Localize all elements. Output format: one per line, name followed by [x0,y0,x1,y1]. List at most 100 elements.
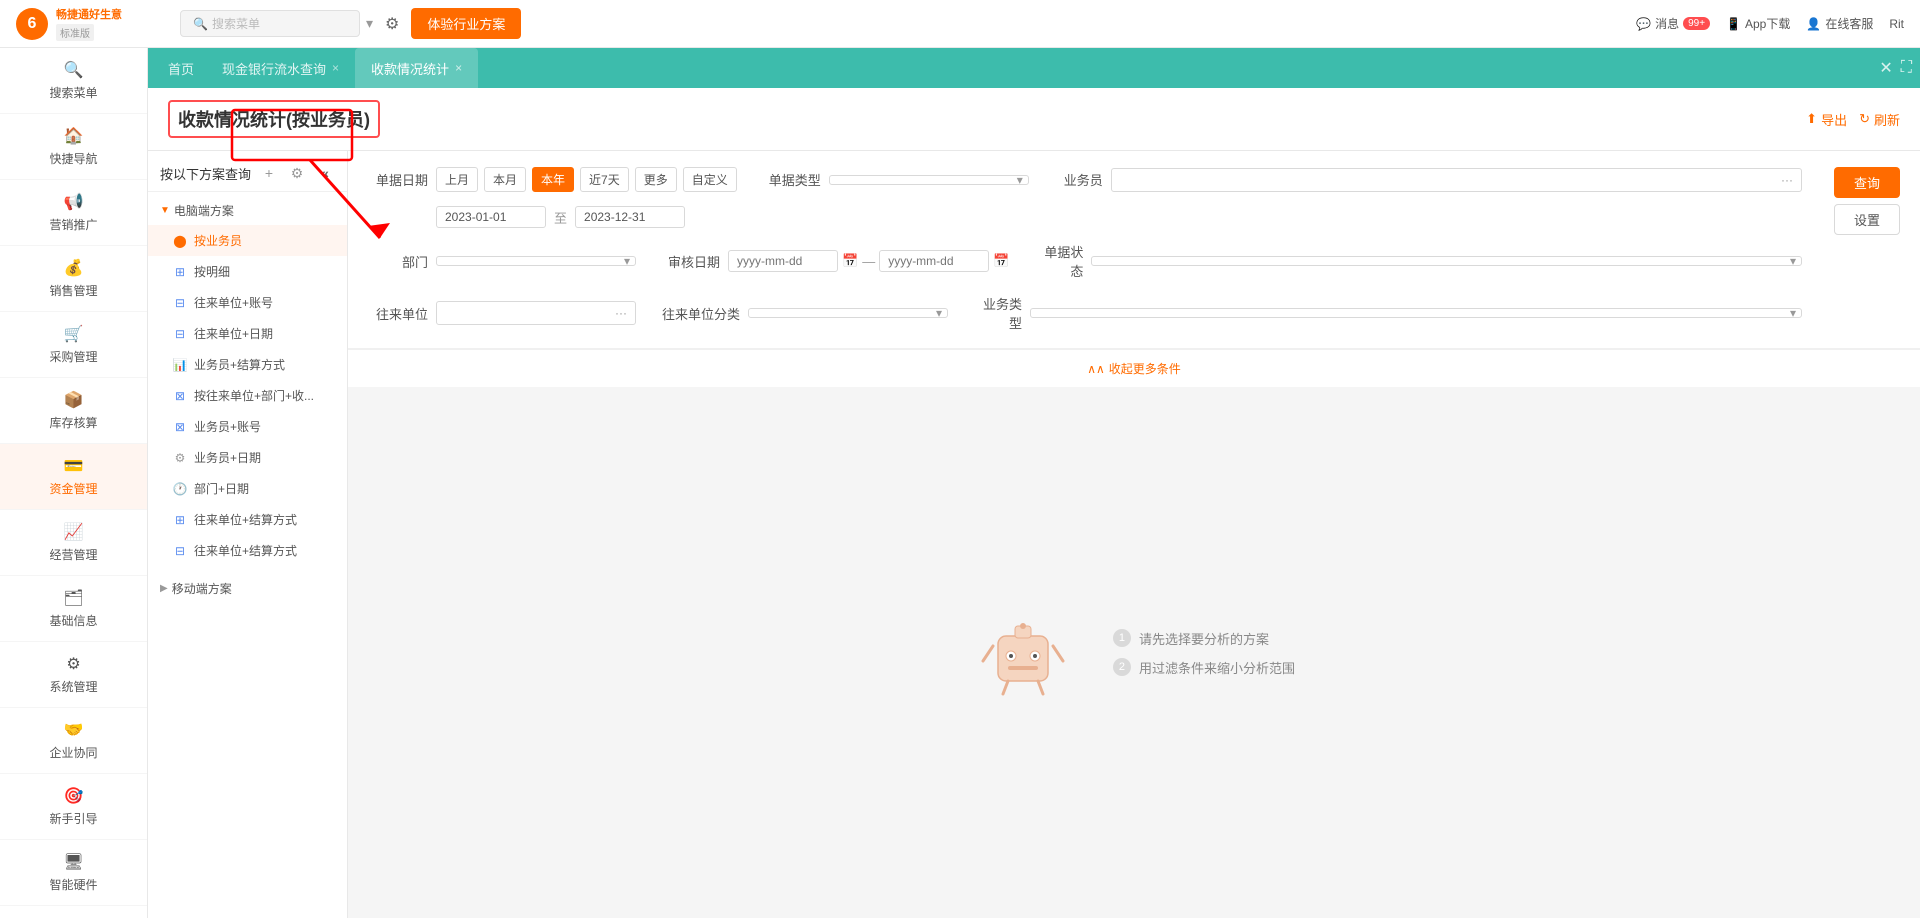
step-num-2: 2 [1113,658,1131,676]
scheme-item-icon: ⊠ [172,419,188,435]
calendar-icon1[interactable]: 📅 [842,253,858,269]
scheme-item-unit-settle2[interactable]: ⊟ 往来单位+结算方式 [148,535,347,566]
sidebar-item-label: 企业协同 [49,744,97,761]
triangle-icon: ▼ [160,205,170,216]
review-date-to-input[interactable] [879,250,989,272]
date-btn-this-year[interactable]: 本年 [532,167,574,192]
sidebar-item-label: 营销推广 [49,216,97,233]
counterparty-filter-row: 往来单位 ··· [368,301,636,325]
scheme-settings-icon[interactable]: ⚙ [287,163,307,183]
scheme-group-mobile-title[interactable]: ▶ 移动端方案 [148,574,347,603]
sidebar-item-search[interactable]: 🔍 搜索菜单 [0,48,147,114]
review-date-from-input[interactable] [728,250,838,272]
scheme-item-salesperson-date[interactable]: ⚙ 业务员+日期 [148,442,347,473]
trial-button[interactable]: 体验行业方案 [411,8,521,39]
sidebar-item-quicknav[interactable]: 🏠 快捷导航 [0,114,147,180]
sidebar-item-enterprise-wechat[interactable]: 💬 企业微信 [0,906,147,918]
scheme-item-icon: 📊 [172,357,188,373]
sidebar-item-smart-hardware[interactable]: 🖥 智能硬件 [0,840,147,906]
tab-cashflow[interactable]: 现金银行流水查询 × [206,48,355,88]
settings-button[interactable]: 设置 [1834,204,1900,235]
counterparty-input[interactable]: ··· [436,301,636,325]
date-btn-this-month[interactable]: 本月 [484,167,526,192]
tab-home[interactable]: 首页 [156,59,206,78]
settings-gear[interactable]: ⚙ [385,14,399,34]
salesperson-filter-row: 业务员 ··· [1053,168,1802,192]
home-icon: 🏠 [64,126,84,146]
scheme-header-text: 按以下方案查询 [160,164,251,183]
export-button[interactable]: ⬆ 导出 [1806,110,1847,129]
tab-expand-icon[interactable]: ⛶ [1901,59,1912,77]
search-icon: 🔍 [193,17,208,31]
scheme-item-unit-settle1[interactable]: ⊞ 往来单位+结算方式 [148,504,347,535]
purchase-icon: 🛒 [64,324,84,344]
sidebar-item-purchase[interactable]: 🛒 采购管理 [0,312,147,378]
page-header-actions: ⬆ 导出 ↻ 刷新 [1806,110,1900,129]
sidebar-item-basic-info[interactable]: 🗂 基础信息 [0,576,147,642]
refresh-button[interactable]: ↻ 刷新 [1859,110,1900,129]
date-btn-last-month[interactable]: 上月 [436,167,478,192]
search-dropdown-icon[interactable]: ▾ [366,15,373,32]
date-range-row: 至 [436,206,1802,228]
sidebar-item-label: 采购管理 [49,348,97,365]
tab-receivable-stats[interactable]: 收款情况统计 × [355,48,478,88]
download-icon: 📱 [1726,17,1741,31]
tab-receivable-label: 收款情况统计 [371,59,449,78]
query-button[interactable]: 查询 [1834,167,1900,198]
voucher-status-select[interactable] [1091,256,1802,266]
scheme-group-mobile: ▶ 移动端方案 [148,570,347,607]
scheme-item-salesperson-settle[interactable]: 📊 业务员+结算方式 [148,349,347,380]
date-filter-label: 单据日期 [368,170,428,189]
biz-type-select[interactable] [1030,308,1802,318]
salesperson-label: 业务员 [1053,170,1103,189]
sidebar-item-newbie[interactable]: 🎯 新手引导 [0,774,147,840]
date-btn-custom[interactable]: 自定义 [683,167,737,192]
scheme-add-icon[interactable]: + [259,163,279,183]
sidebar-item-marketing[interactable]: 📢 营销推广 [0,180,147,246]
date-btn-more[interactable]: 更多 [635,167,677,192]
date-from-input[interactable] [436,206,546,228]
salesperson-input[interactable]: ··· [1111,168,1802,192]
voucher-type-select[interactable] [829,175,1029,185]
sidebar-item-operations[interactable]: 📈 经营管理 [0,510,147,576]
sidebar-item-system[interactable]: ⚙ 系统管理 [0,642,147,708]
counterparty-more-dots[interactable]: ··· [615,306,627,320]
calendar-icon2[interactable]: 📅 [993,253,1009,269]
user-action[interactable]: Rit [1889,17,1904,31]
scheme-item-salesperson-account[interactable]: ⊠ 业务员+账号 [148,411,347,442]
sidebar-item-sales[interactable]: 💰 销售管理 [0,246,147,312]
scheme-group-label: 电脑端方案 [174,202,234,219]
scheme-item-unit-dept-collect[interactable]: ⊠ 按往来单位+部门+收... [148,380,347,411]
biz-type-filter-row: 业务类型 ▾ [972,294,1802,332]
scheme-item-unit-account[interactable]: ⊟ 往来单位+账号 [148,287,347,318]
scheme-collapse-icon[interactable]: « [315,163,335,183]
date-to-input[interactable] [575,206,685,228]
step-1-label: 请先选择要分析的方案 [1139,629,1269,648]
dept-select[interactable] [436,256,636,266]
sidebar: 🔍 搜索菜单 🏠 快捷导航 📢 营销推广 💰 销售管理 🛒 采购管理 📦 库存核… [0,48,148,918]
sidebar-item-inventory[interactable]: 📦 库存核算 [0,378,147,444]
message-action[interactable]: 💬 消息 99+ [1636,15,1710,32]
scheme-item-dept-date[interactable]: 🕐 部门+日期 [148,473,347,504]
tab-close-all-icon[interactable]: ✕ [1879,58,1892,78]
voucher-type-dropdown-icon: ▾ [1017,173,1023,187]
salesperson-more-dots[interactable]: ··· [1781,173,1793,187]
tab-cashflow-close[interactable]: × [332,61,339,75]
collapse-bar[interactable]: ∧∧ 收起更多条件 [348,349,1920,387]
counterparty-category-select[interactable] [748,308,948,318]
scheme-item-detail[interactable]: ⊞ 按明细 [148,256,347,287]
sidebar-item-label: 快捷导航 [49,150,97,167]
sidebar-item-enterprise-collab[interactable]: 🤝 企业协同 [0,708,147,774]
scheme-group-desktop-title[interactable]: ▼ 电脑端方案 [148,196,347,225]
date-btn-7days[interactable]: 近7天 [580,167,629,192]
sidebar-item-finance[interactable]: 💳 资金管理 [0,444,147,510]
scheme-item-unit-date[interactable]: ⊟ 往来单位+日期 [148,318,347,349]
tab-receivable-close[interactable]: × [455,61,462,75]
online-service-action[interactable]: 👤 在线客服 [1806,15,1873,32]
scheme-item-by-salesperson[interactable]: ⬤ 按业务员 [148,225,347,256]
sidebar-item-label: 经营管理 [49,546,97,563]
filter-panel: 单据日期 上月 本月 本年 近7天 更多 自定义 [348,151,1920,918]
step-num-1: 1 [1113,629,1131,647]
app-download-action[interactable]: 📱 App下载 [1726,15,1790,32]
refresh-label: 刷新 [1874,110,1900,129]
